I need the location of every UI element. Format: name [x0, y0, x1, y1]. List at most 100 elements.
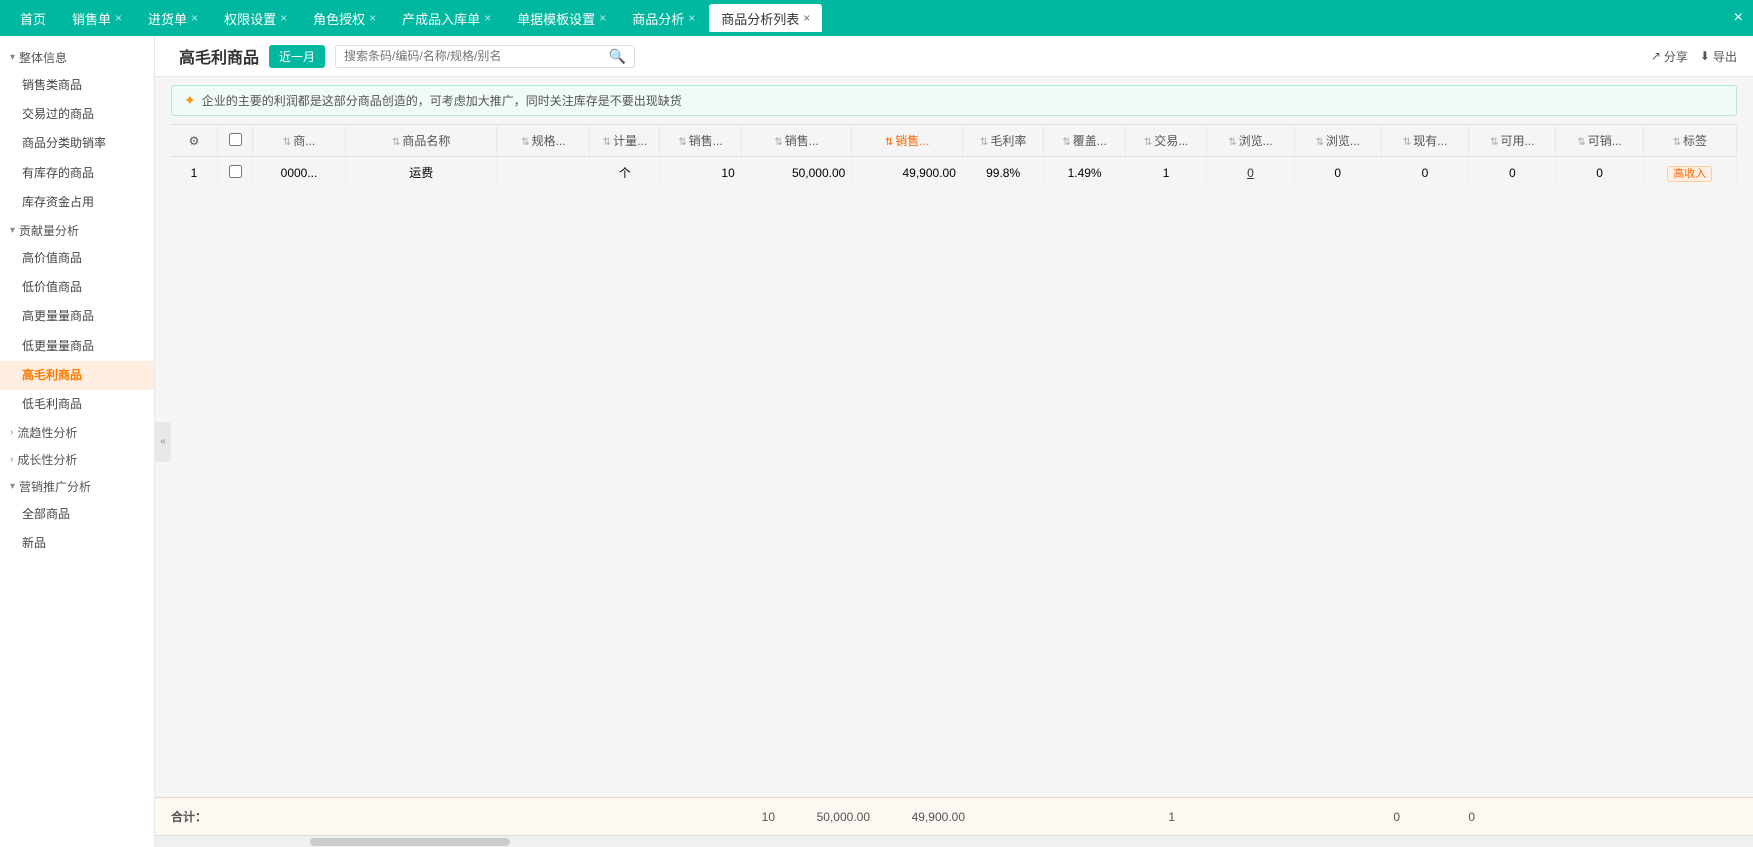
data-table: ⚙ ⇅商... ⇅商品名称 ⇅规格... ⇅计量... ⇅销售... ⇅销售..… [171, 124, 1737, 189]
sidebar-item-stocked-goods[interactable]: 有库存的商品 [0, 159, 154, 188]
chevron-down-icon: ▾ [10, 481, 15, 492]
tab-permission-settings[interactable]: 权限设置 × [212, 4, 299, 32]
footer-total-label: 合计： [171, 808, 291, 825]
close-icon[interactable]: × [803, 12, 810, 24]
col-transaction[interactable]: ⇅交易... [1125, 125, 1206, 157]
search-input[interactable] [344, 49, 609, 63]
tag-badge: 高收入 [1667, 166, 1712, 182]
footer-sales-qty: 10 [711, 810, 781, 824]
tab-purchase-order[interactable]: 进货单 × [136, 4, 210, 32]
col-unit[interactable]: ⇅计量... [590, 125, 660, 157]
window-close-icon[interactable]: × [1734, 9, 1743, 27]
cell-tag: 高收入 [1643, 157, 1736, 189]
close-icon[interactable]: × [688, 12, 695, 24]
cell-checkbox[interactable] [218, 157, 253, 189]
sidebar-item-category-rate[interactable]: 商品分类助销率 [0, 129, 154, 158]
horizontal-scrollbar[interactable] [155, 835, 1753, 847]
col-spec[interactable]: ⇅规格... [497, 125, 590, 157]
tab-product-analysis-list[interactable]: 商品分析列表 × [709, 4, 822, 32]
col-browse2[interactable]: ⇅浏览... [1294, 125, 1381, 157]
export-icon: ⬇ [1700, 49, 1710, 63]
close-icon[interactable]: × [280, 12, 287, 24]
cell-code[interactable]: 0000... [252, 157, 345, 189]
tab-template-settings[interactable]: 单据模板设置 × [505, 4, 618, 32]
cell-available: 0 [1469, 157, 1556, 189]
close-icon[interactable]: × [484, 12, 491, 24]
close-icon[interactable]: × [115, 12, 122, 24]
content-area: « 高毛利商品 近一月 🔍 ↗ 分享 ⬇ 导出 [155, 36, 1753, 847]
cell-sales-profit: 49,900.00 [852, 157, 963, 189]
close-icon[interactable]: × [369, 12, 376, 24]
footer-transaction: 1 [1111, 810, 1181, 824]
col-settings[interactable]: ⚙ [171, 125, 218, 157]
cell-browse1[interactable]: 0 [1207, 157, 1294, 189]
footer-empty10 [1256, 810, 1331, 824]
time-filter-button[interactable]: 近一月 [269, 45, 325, 68]
sidebar-group-growth[interactable]: › 成长性分析 [0, 446, 154, 473]
search-box: 🔍 [335, 45, 635, 68]
scrollbar-thumb[interactable] [310, 838, 510, 846]
close-icon[interactable]: × [191, 12, 198, 24]
col-saleable[interactable]: ⇅可销... [1556, 125, 1643, 157]
sidebar-group-overview[interactable]: ▾ 整体信息 [0, 44, 154, 71]
cell-saleable: 0 [1556, 157, 1643, 189]
share-icon: ↗ [1651, 49, 1661, 63]
sidebar-item-high-margin[interactable]: 高毛利商品 [0, 361, 154, 390]
sidebar-item-sales-goods[interactable]: 销售类商品 [0, 71, 154, 100]
select-all-checkbox[interactable] [229, 133, 242, 146]
footer-empty2 [331, 810, 361, 824]
col-sales-profit[interactable]: ⇅销售... [852, 125, 963, 157]
share-button[interactable]: ↗ 分享 [1651, 48, 1688, 65]
info-icon: ✦ [184, 92, 196, 109]
sidebar-item-traded-goods[interactable]: 交易过的商品 [0, 100, 154, 129]
table-row: 1 0000... 运费 个 10 50,000.00 49,900.00 99… [171, 157, 1737, 189]
row-checkbox[interactable] [229, 165, 242, 178]
col-checkbox[interactable] [218, 125, 253, 157]
footer-empty1 [291, 810, 331, 824]
sidebar-item-all-goods[interactable]: 全部商品 [0, 500, 154, 529]
col-coverage[interactable]: ⇅覆盖... [1044, 125, 1125, 157]
footer-available: 0 [1406, 810, 1481, 824]
tab-sales-order[interactable]: 销售单 × [60, 4, 134, 32]
col-tag[interactable]: ⇅标签 [1643, 125, 1736, 157]
sidebar-item-high-value[interactable]: 高价值商品 [0, 244, 154, 273]
close-icon[interactable]: × [599, 12, 606, 24]
sidebar-item-high-turnover[interactable]: 高更量量商品 [0, 302, 154, 331]
sidebar-item-low-turnover[interactable]: 低更量量商品 [0, 332, 154, 361]
sidebar-group-contribution[interactable]: ▾ 贡献量分析 [0, 217, 154, 244]
table-wrapper: ⚙ ⇅商... ⇅商品名称 ⇅规格... ⇅计量... ⇅销售... ⇅销售..… [171, 124, 1737, 797]
export-button[interactable]: ⬇ 导出 [1700, 48, 1737, 65]
col-code[interactable]: ⇅商... [252, 125, 345, 157]
chevron-right-icon: › [10, 454, 13, 465]
col-gross-margin[interactable]: ⇅毛利率 [962, 125, 1043, 157]
footer-empty9 [1181, 810, 1256, 824]
footer-empty5 [571, 810, 651, 824]
tab-product-analysis[interactable]: 商品分析 × [620, 4, 707, 32]
sidebar-item-low-margin[interactable]: 低毛利商品 [0, 390, 154, 419]
sidebar-collapse-button[interactable]: « [155, 422, 171, 462]
footer-sales-profit: 49,900.00 [876, 810, 971, 824]
sidebar-group-trend[interactable]: › 流趋性分析 [0, 419, 154, 446]
main-layout: ▾ 整体信息 销售类商品 交易过的商品 商品分类助销率 有库存的商品 库存资金占… [0, 36, 1753, 847]
cell-index: 1 [171, 157, 218, 189]
tab-home[interactable]: 首页 [8, 4, 58, 32]
search-icon[interactable]: 🔍 [609, 48, 626, 65]
info-banner: ✦ 企业的主要的利润都是这部分商品创造的，可考虑加大推广，同时关注库存是不要出现… [171, 85, 1737, 116]
header-actions: ↗ 分享 ⬇ 导出 [1651, 48, 1737, 65]
cell-gross-margin: 99.8% [962, 157, 1043, 189]
cell-name: 运费 [346, 157, 497, 189]
col-browse1[interactable]: ⇅浏览... [1207, 125, 1294, 157]
sidebar-item-new-goods[interactable]: 新品 [0, 529, 154, 558]
tab-finished-goods[interactable]: 产成品入库单 × [390, 4, 503, 32]
sidebar-group-marketing[interactable]: ▾ 营销推广分析 [0, 473, 154, 500]
sidebar-item-inventory-capital[interactable]: 库存资金占用 [0, 188, 154, 217]
sidebar-item-low-value[interactable]: 低价值商品 [0, 273, 154, 302]
col-sales-amount[interactable]: ⇅销售... [741, 125, 852, 157]
col-available[interactable]: ⇅可用... [1469, 125, 1556, 157]
col-sales-qty[interactable]: ⇅销售... [660, 125, 741, 157]
cell-transaction: 1 [1125, 157, 1206, 189]
col-current-stock[interactable]: ⇅现有... [1381, 125, 1468, 157]
tab-role-auth[interactable]: 角色授权 × [301, 4, 388, 32]
col-name[interactable]: ⇅商品名称 [346, 125, 497, 157]
cell-browse2: 0 [1294, 157, 1381, 189]
